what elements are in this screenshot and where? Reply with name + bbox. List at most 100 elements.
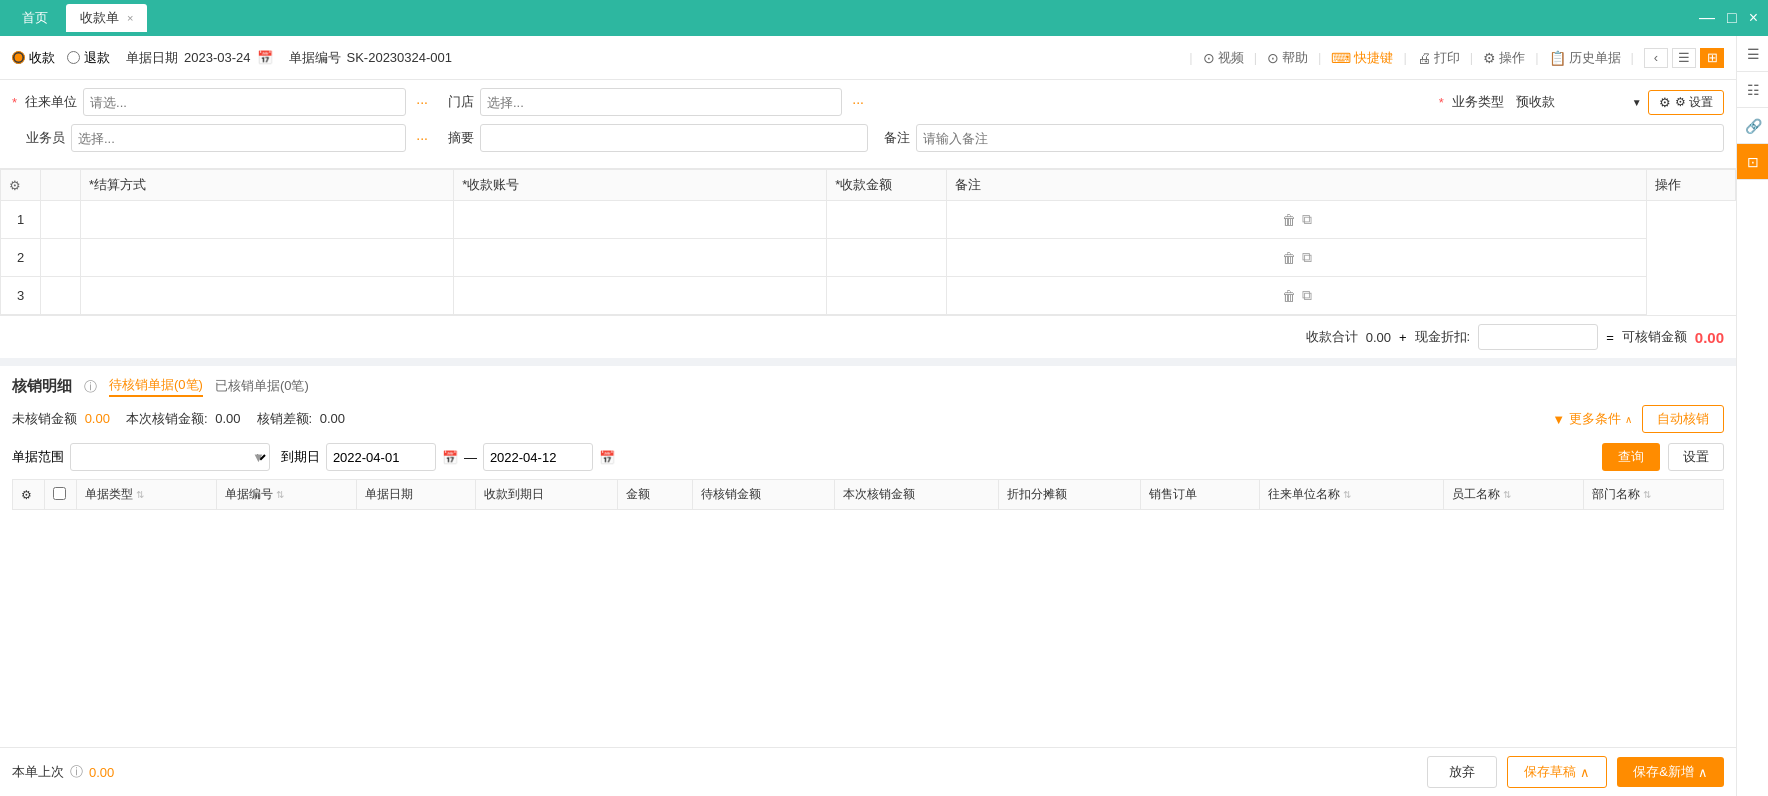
row1-account-input[interactable] [81,201,453,238]
detail-table: ⚙ *结算方式 *收款账号 *收款金额 备注 操作 1 [0,169,1736,315]
footer: 本单上次 ⓘ 0.00 放弃 保存草稿 ∧ 保存&新增 ∧ [0,747,1736,796]
completed-tab[interactable]: 已核销单据(0笔) [215,377,309,396]
date-to-icon[interactable]: 📅 [599,450,615,465]
right-panel-list-icon[interactable]: ☷ [1737,72,1768,108]
tab-collection[interactable]: 收款单 × [66,4,147,32]
row1-remark-input[interactable] [827,201,946,238]
pending-tab[interactable]: 待核销单据(0笔) [109,376,203,397]
doc-type-radio-group: 收款 退款 [12,49,110,67]
tab-home[interactable]: 首页 [8,4,62,32]
row2-settlement-input[interactable] [41,239,80,276]
row2-copy-icon[interactable]: ⧉ [1302,249,1312,266]
summary-field: 摘要 [448,124,868,152]
table-gear-icon[interactable]: ⚙ [9,178,21,193]
window-controls: — □ × [1697,7,1760,29]
row1-settlement-input[interactable] [41,201,80,238]
filter-row: 单据范围 ▼ 到期日 📅 — 📅 查询 设置 [12,443,1724,471]
history-btn[interactable]: 📋 历史单据 [1549,49,1621,67]
shortcut-btn[interactable]: ⌨ 快捷键 [1331,49,1393,67]
right-panel-table-icon[interactable]: ☰ [1737,36,1768,72]
bottom-col-num: 单据编号⇅ [216,480,356,510]
form-area: * 往来单位 ··· 门店 ··· * 业务类型 预收款 ▼ ⚙ [0,80,1736,169]
summary-input[interactable] [480,124,868,152]
row3-remark-input[interactable] [827,277,946,314]
view-list-btn[interactable]: ☰ [1672,48,1696,68]
col-account: *收款账号 [454,170,827,201]
history-icon: 📋 [1549,50,1566,66]
date-to-input[interactable] [483,443,593,471]
print-btn[interactable]: 🖨 打印 [1417,49,1460,67]
operations-icon: ⚙ [1483,50,1496,66]
business-type-chevron-icon[interactable]: ▼ [1632,97,1642,108]
recon-info-icon[interactable]: ⓘ [84,378,97,396]
store-input[interactable] [480,88,842,116]
bottom-col-check [45,480,77,510]
right-panel-link-icon[interactable]: 🔗 [1737,108,1768,144]
tab-close-icon[interactable]: × [127,12,133,24]
staff-input[interactable] [71,124,406,152]
radio-collection[interactable]: 收款 [12,49,55,67]
row3-account-input[interactable] [81,277,453,314]
row2-account-input[interactable] [81,239,453,276]
maximize-btn[interactable]: □ [1725,7,1739,29]
store-more-btn[interactable]: ··· [848,94,868,110]
chevron-up-icon: ∧ [1625,414,1632,425]
recon-header: 核销明细 ⓘ 待核销单据(0笔) 已核销单据(0笔) [12,376,1724,397]
section-divider [0,358,1736,366]
staff-more-btn[interactable]: ··· [412,130,432,146]
bottom-col-staff: 员工名称⇅ [1444,480,1584,510]
row1-amount-input[interactable] [454,201,826,238]
video-btn[interactable]: ⊙ 视频 [1203,49,1244,67]
save-new-chevron-icon: ∧ [1698,765,1708,780]
partner-field: * 往来单位 ··· [12,88,432,116]
table-row: 2 🗑 ⧉ [1,239,1736,277]
row2-amount-input[interactable] [454,239,826,276]
select-all-checkbox[interactable] [53,487,66,500]
help-btn[interactable]: ⊙ 帮助 [1267,49,1308,67]
row3-delete-icon[interactable]: 🗑 [1282,288,1296,304]
row3-copy-icon[interactable]: ⧉ [1302,287,1312,304]
partner-input[interactable] [83,88,406,116]
row3-amount-input[interactable] [454,277,826,314]
abandon-btn[interactable]: 放弃 [1427,756,1497,788]
save-draft-btn[interactable]: 保存草稿 ∧ [1507,756,1607,788]
bottom-col-due: 收款到期日 [476,480,618,510]
row2-delete-icon[interactable]: 🗑 [1282,250,1296,266]
date-range-field: 到期日 📅 — 📅 [281,443,615,471]
row3-settlement-input[interactable] [41,277,80,314]
right-panel-scan-icon[interactable]: ⊡ [1737,144,1768,180]
calendar-icon[interactable]: 📅 [257,50,273,65]
date-from-icon[interactable]: 📅 [442,450,458,465]
table-row: 1 🗑 ⧉ [1,201,1736,239]
date-from-input[interactable] [326,443,436,471]
radio-refund[interactable]: 退款 [67,49,110,67]
operations-btn[interactable]: ⚙ 操作 [1483,49,1525,67]
bottom-col-discount: 折扣分摊额 [998,480,1140,510]
date-value: 2023-03-24 [184,50,251,65]
col-action: 操作 [1647,170,1736,201]
query-btn[interactable]: 查询 [1602,443,1660,471]
row2-remark-input[interactable] [827,239,946,276]
range-select[interactable] [70,443,270,471]
row1-delete-icon[interactable]: 🗑 [1282,212,1296,228]
shortcut-icon: ⌨ [1331,50,1351,66]
setting-btn2[interactable]: 设置 [1668,443,1724,471]
window-close-btn[interactable]: × [1747,7,1760,29]
auto-recon-btn[interactable]: 自动核销 [1642,405,1724,433]
save-new-btn[interactable]: 保存&新增 ∧ [1617,757,1724,787]
more-conditions-btn[interactable]: ▼ 更多条件 ∧ [1552,410,1632,428]
remark-input[interactable] [916,124,1724,152]
table-settings-col: ⚙ [1,170,41,201]
view-grid-btn[interactable]: ⊞ [1700,48,1724,68]
discount-input[interactable] [1478,324,1598,350]
info-icon[interactable]: ⓘ [70,763,83,781]
partner-more-btn[interactable]: ··· [412,94,432,110]
row1-copy-icon[interactable]: ⧉ [1302,211,1312,228]
minimize-btn[interactable]: — [1697,7,1717,29]
help-icon: ⊙ [1267,50,1279,66]
bottom-table: ⚙ 单据类型⇅ 单据编号⇅ 单据日期 收款到期日 金额 待核销金额 本次核销金额… [12,479,1724,510]
settings-btn[interactable]: ⚙ ⚙ 设置 [1648,90,1724,115]
filter-action-btns: 查询 设置 [1602,443,1724,471]
bottom-col-gear: ⚙ [13,480,45,510]
view-prev-btn[interactable]: ‹ [1644,48,1668,68]
